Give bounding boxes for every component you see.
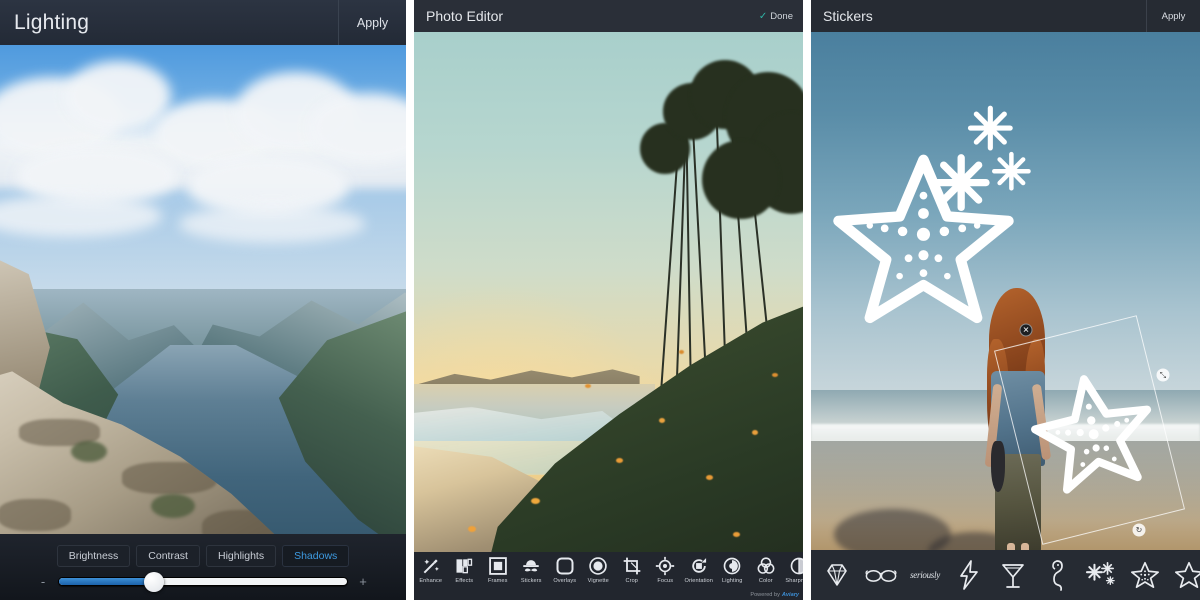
- photo-sunset-beach: [414, 32, 803, 600]
- editor-toolbar: Enhance Effects Frames Stickers Overlays…: [414, 552, 803, 600]
- slider-track[interactable]: [58, 571, 348, 592]
- slider-fill: [59, 578, 155, 585]
- sticker-rotate-handle[interactable]: ↻: [1132, 523, 1146, 537]
- tool-label: Frames: [487, 578, 508, 584]
- rounded-square-icon: [556, 557, 574, 575]
- panel-editor-header: Photo Editor ✓ Done: [414, 0, 803, 32]
- tool-label: Orientation: [684, 578, 713, 584]
- tool-orientation[interactable]: Orientation: [682, 556, 716, 584]
- sticker-tray: seriously: [811, 550, 1200, 600]
- tool-label: Sharpness: [785, 578, 803, 584]
- rotate-arrow-icon: [692, 558, 706, 573]
- sticker-seahorse[interactable]: [1035, 553, 1079, 597]
- frame-square-icon: [488, 557, 507, 575]
- lightning-bolt-icon: [960, 560, 978, 590]
- decrease-button[interactable]: -: [38, 574, 48, 589]
- page-title: Stickers: [823, 8, 873, 24]
- lighting-tab-group: Brightness Contrast Highlights Shadows: [56, 545, 350, 567]
- tab-highlights[interactable]: Highlights: [205, 545, 277, 567]
- tab-contrast[interactable]: Contrast: [136, 545, 200, 567]
- crop-icon: [623, 557, 641, 575]
- photo-beach-girl: ✕ ⤡ ↻: [811, 32, 1200, 600]
- focus-target-icon: [656, 556, 675, 576]
- star-outline-icon: [1175, 561, 1200, 589]
- sun-gear-icon: [723, 557, 741, 575]
- powered-by-prefix: Powered by: [750, 592, 780, 598]
- sticker-lightning[interactable]: [947, 553, 991, 597]
- magic-wand-icon: [423, 559, 439, 574]
- page-title: Photo Editor: [426, 8, 504, 24]
- hat-mustache-icon: [523, 560, 540, 572]
- apply-button[interactable]: Apply: [338, 0, 406, 45]
- tool-overlays[interactable]: Overlays: [548, 556, 582, 584]
- tool-label: Enhance: [419, 578, 443, 584]
- sticker-script-word[interactable]: seriously: [903, 553, 947, 597]
- sparkle-sticker-2[interactable]: [932, 140, 990, 225]
- adjustment-slider-row: - +: [38, 571, 368, 592]
- tool-vignette[interactable]: Vignette: [582, 556, 616, 584]
- tool-effects[interactable]: Effects: [448, 556, 482, 584]
- slider-thumb[interactable]: [144, 571, 165, 592]
- sticker-starfish[interactable]: [1123, 553, 1167, 597]
- tool-label: Crop: [625, 578, 639, 584]
- tool-stickers[interactable]: Stickers: [515, 556, 549, 584]
- sticker-scale-handle[interactable]: ⤡: [1156, 368, 1170, 382]
- filled-circle-icon: [589, 557, 607, 575]
- tool-sharpness[interactable]: Sharpness: [783, 556, 803, 584]
- seahorse-icon: [1052, 560, 1063, 591]
- starfish-icon: [1131, 561, 1159, 589]
- tool-enhance[interactable]: Enhance: [414, 556, 448, 584]
- panel-lighting: Lighting Apply Brightness Contrast Highl…: [0, 0, 406, 600]
- sticker-star-outline[interactable]: [1167, 553, 1200, 597]
- powered-by-credit: Powered by Aviary: [750, 592, 799, 598]
- script-text-icon: seriously: [910, 570, 940, 580]
- tab-shadows[interactable]: Shadows: [282, 545, 350, 567]
- tab-brightness[interactable]: Brightness: [56, 545, 131, 567]
- sparkles-icon: [1085, 562, 1115, 585]
- sticker-selection-group[interactable]: ✕ ⤡ ↻: [993, 314, 1185, 545]
- tool-focus[interactable]: Focus: [649, 556, 683, 584]
- sticker-delete-handle[interactable]: ✕: [1019, 323, 1033, 337]
- ice-plant-flowers: [414, 32, 803, 600]
- brand-name: Aviary: [781, 592, 799, 598]
- sticker-cocktail[interactable]: [991, 553, 1035, 597]
- panel-stickers-header: Stickers Apply: [811, 0, 1200, 32]
- three-panel-screenshot: Lighting Apply Brightness Contrast Highl…: [0, 0, 1200, 600]
- color-venn-icon: [757, 557, 775, 574]
- tool-lighting[interactable]: Lighting: [716, 556, 750, 584]
- sticker-sparkles[interactable]: [1079, 553, 1123, 597]
- check-icon: ✓: [758, 10, 768, 22]
- tool-crop[interactable]: Crop: [615, 556, 649, 584]
- sharpness-icon: [790, 557, 803, 575]
- tool-label: Stickers: [520, 578, 542, 584]
- lighting-controls-bar: Brightness Contrast Highlights Shadows -…: [0, 534, 406, 600]
- sticker-diamond[interactable]: [815, 553, 859, 597]
- panel-divider-2: [803, 0, 811, 600]
- tool-label: Effects: [455, 578, 474, 584]
- apply-button[interactable]: Apply: [1146, 0, 1200, 32]
- photo-fjord: [0, 45, 406, 600]
- tool-color[interactable]: Color: [749, 556, 783, 584]
- page-title: Lighting: [14, 10, 90, 34]
- tool-label: Vignette: [587, 578, 609, 584]
- increase-button[interactable]: +: [358, 574, 368, 589]
- filter-cards-icon: [456, 558, 473, 574]
- panel-divider-1: [406, 0, 414, 600]
- panel-lighting-header: Lighting Apply: [0, 0, 406, 45]
- tool-frames[interactable]: Frames: [481, 556, 515, 584]
- cloud-layer: [0, 56, 406, 322]
- done-label: Done: [770, 10, 793, 22]
- sparkle-sticker-3[interactable]: [990, 140, 1033, 202]
- panel-stickers: ✕ ⤡ ↻ Stickers Apply seriously: [811, 0, 1200, 600]
- tool-label: Lighting: [722, 578, 743, 584]
- tool-label: Color: [758, 578, 773, 584]
- sticker-sunglasses[interactable]: [859, 553, 903, 597]
- cocktail-glass-icon: [1002, 564, 1024, 588]
- tool-label: Overlays: [553, 578, 577, 584]
- done-button[interactable]: ✓ Done: [759, 11, 793, 22]
- tool-label: Focus: [657, 578, 674, 584]
- sunglasses-icon: [865, 570, 897, 582]
- diamond-icon: [827, 564, 847, 586]
- panel-photo-editor: Photo Editor ✓ Done Enhance Effects Fram…: [414, 0, 803, 600]
